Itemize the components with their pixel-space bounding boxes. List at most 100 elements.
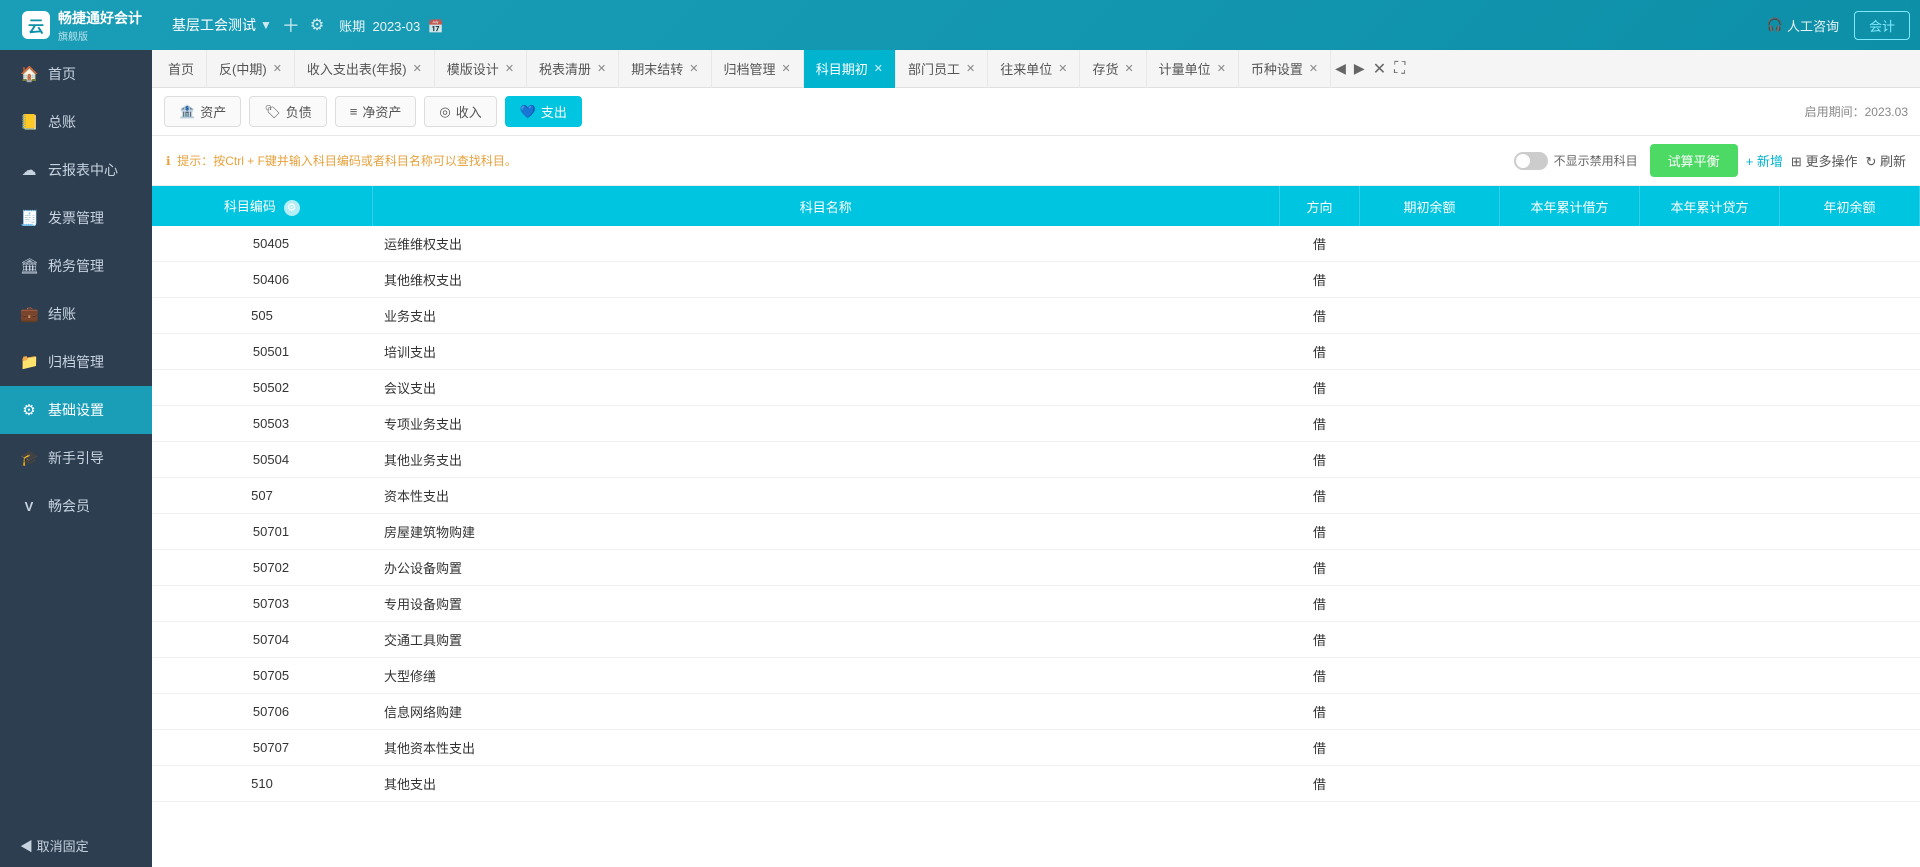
cell-year-debit [1500,406,1640,442]
table-row[interactable]: 507 资本性支出 借 [152,478,1920,514]
table-row[interactable]: 50706 信息网络购建 借 [152,694,1920,730]
cell-name: 其他资本性支出 [372,730,1280,766]
table-row[interactable]: 50501 培训支出 借 [152,334,1920,370]
refresh-btn[interactable]: ↻ 刷新 [1865,151,1906,170]
table-row[interactable]: 510 其他支出 借 [152,766,1920,802]
cell-year-balance [1780,442,1920,478]
liability-icon: 🏷 [264,104,281,120]
tab-close-unit[interactable]: ✕ [1217,62,1226,75]
table-row[interactable]: 50504 其他业务支出 借 [152,442,1920,478]
sidebar-item-close-account[interactable]: 💼 结账 [0,290,152,338]
cell-name: 会议支出 [372,370,1280,406]
close-account-icon: 💼 [20,305,38,323]
cell-period-balance [1360,622,1500,658]
tab-unit[interactable]: 计量单位 ✕ [1147,50,1239,88]
tab-inventory[interactable]: 存货 ✕ [1080,50,1146,88]
cell-code: 50703 [152,586,372,622]
sidebar-item-home[interactable]: 🏠 首页 [0,50,152,98]
cell-period-balance [1360,514,1500,550]
table-row[interactable]: 50502 会议支出 借 [152,370,1920,406]
settings-icon[interactable]: ⚙ [310,15,324,35]
tab-tax-table[interactable]: 税表清册 ✕ [527,50,619,88]
tab-close-subject-initial[interactable]: ✕ [874,62,883,75]
balance-btn[interactable]: 试算平衡 [1650,144,1738,177]
col-settings-icon[interactable]: ⚙ [284,200,300,216]
cell-code: 50702 [152,550,372,586]
sidebar-item-cloud-reports[interactable]: ☁ 云报表中心 [0,146,152,194]
table-row[interactable]: 50703 专用设备购置 借 [152,586,1920,622]
table-row[interactable]: 50406 其他维权支出 借 [152,262,1920,298]
sub-tab-expenditure[interactable]: 💙 支出 [505,96,582,127]
sidebar-item-general-ledger[interactable]: 📒 总账 [0,98,152,146]
sub-tab-income[interactable]: ◎ 收入 [424,96,496,127]
tab-annual-report[interactable]: 收入支出表(年报) ✕ [295,50,435,88]
table-row[interactable]: 505 业务支出 借 [152,298,1920,334]
col-header-year-debit: 本年累计借方 [1500,186,1640,226]
table-row[interactable]: 50701 房屋建筑物购建 借 [152,514,1920,550]
company-selector[interactable]: 基层工会测试 ▼ [172,15,272,35]
cell-code: 507 [152,478,372,514]
table-row[interactable]: 50503 专项业务支出 借 [152,406,1920,442]
tab-period-end[interactable]: 期末结转 ✕ [619,50,711,88]
tab-close-all-btn[interactable]: ✕ [1369,59,1390,79]
sub-tab-net-assets[interactable]: ≡ 净资产 [335,96,417,127]
tab-close-period-end[interactable]: ✕ [689,62,698,75]
tab-close-archive-mgmt[interactable]: ✕ [782,62,791,75]
support-area[interactable]: 🎧 人工咨询 [1767,16,1839,35]
tab-period-report[interactable]: 反(中期) ✕ [207,50,295,88]
more-btn[interactable]: ⊞ 更多操作 [1791,151,1858,170]
cell-name: 其他维权支出 [372,262,1280,298]
toggle-area: 不显示禁用科目 [1514,152,1638,170]
tab-close-tax-table[interactable]: ✕ [597,62,606,75]
tab-close-template[interactable]: ✕ [505,62,514,75]
tab-archive-mgmt[interactable]: 归档管理 ✕ [712,50,804,88]
tab-close-annual-report[interactable]: ✕ [413,62,422,75]
sidebar-item-member[interactable]: V 畅会员 [0,482,152,530]
add-btn[interactable]: + 新增 [1746,151,1783,170]
table-row[interactable]: 50405 运维维权支出 借 [152,226,1920,262]
toggle-switch[interactable] [1514,152,1548,170]
cell-name: 业务支出 [372,298,1280,334]
cell-year-credit [1640,694,1780,730]
tab-dept-staff[interactable]: 部门员工 ✕ [896,50,988,88]
sub-tab-assets[interactable]: 🏦 资产 [164,96,241,127]
calendar-icon[interactable]: 📅 [427,19,443,34]
tab-close-partners[interactable]: ✕ [1058,62,1067,75]
table-row[interactable]: 50707 其他资本性支出 借 [152,730,1920,766]
cell-period-balance [1360,226,1500,262]
cell-year-balance [1780,550,1920,586]
sidebar-item-basic-settings[interactable]: ⚙ 基础设置 [0,386,152,434]
tab-close-inventory[interactable]: ✕ [1124,62,1133,75]
table-row[interactable]: 50704 交通工具购置 借 [152,622,1920,658]
tab-next-btn[interactable]: ▶ [1350,60,1369,77]
tab-partners[interactable]: 往来单位 ✕ [988,50,1080,88]
sidebar-item-invoice[interactable]: 🧾 发票管理 [0,194,152,242]
tab-close-currency[interactable]: ✕ [1309,62,1318,75]
cell-code: 510 [152,766,372,802]
tab-currency[interactable]: 币种设置 ✕ [1239,50,1331,88]
table-container[interactable]: 科目编码 ⚙ 科目名称 方向 期初余额 本年累计借方 本年累计贷方 年初余额 [152,186,1920,867]
tab-close-period-report[interactable]: ✕ [273,62,282,75]
cell-code: 50501 [152,334,372,370]
cell-year-debit [1500,694,1640,730]
cell-name: 交通工具购置 [372,622,1280,658]
cell-code: 505 [152,298,372,334]
sidebar-item-guide[interactable]: 🎓 新手引导 [0,434,152,482]
table-row[interactable]: 50705 大型修缮 借 [152,658,1920,694]
kuaiji-btn[interactable]: 会计 [1854,11,1910,40]
cell-year-credit [1640,766,1780,802]
cell-dir: 借 [1280,730,1360,766]
cell-name: 专项业务支出 [372,406,1280,442]
add-tab-btn[interactable]: ＋ [282,12,300,38]
tab-fullscreen-btn[interactable]: ⛶ [1390,60,1409,78]
tab-template[interactable]: 模版设计 ✕ [435,50,527,88]
table-row[interactable]: 50702 办公设备购置 借 [152,550,1920,586]
tab-close-dept-staff[interactable]: ✕ [966,62,975,75]
tab-prev-btn[interactable]: ◀ [1331,60,1350,77]
sub-tab-liability[interactable]: 🏷 负债 [249,96,327,127]
sidebar-item-tax[interactable]: 🏛 税务管理 [0,242,152,290]
tab-subject-initial[interactable]: 科目期初 ✕ [804,50,896,88]
sidebar-item-archive[interactable]: 📁 归档管理 [0,338,152,386]
tab-home[interactable]: 首页 [156,50,207,88]
collapse-btn[interactable]: ◀ 取消固定 [0,824,152,867]
